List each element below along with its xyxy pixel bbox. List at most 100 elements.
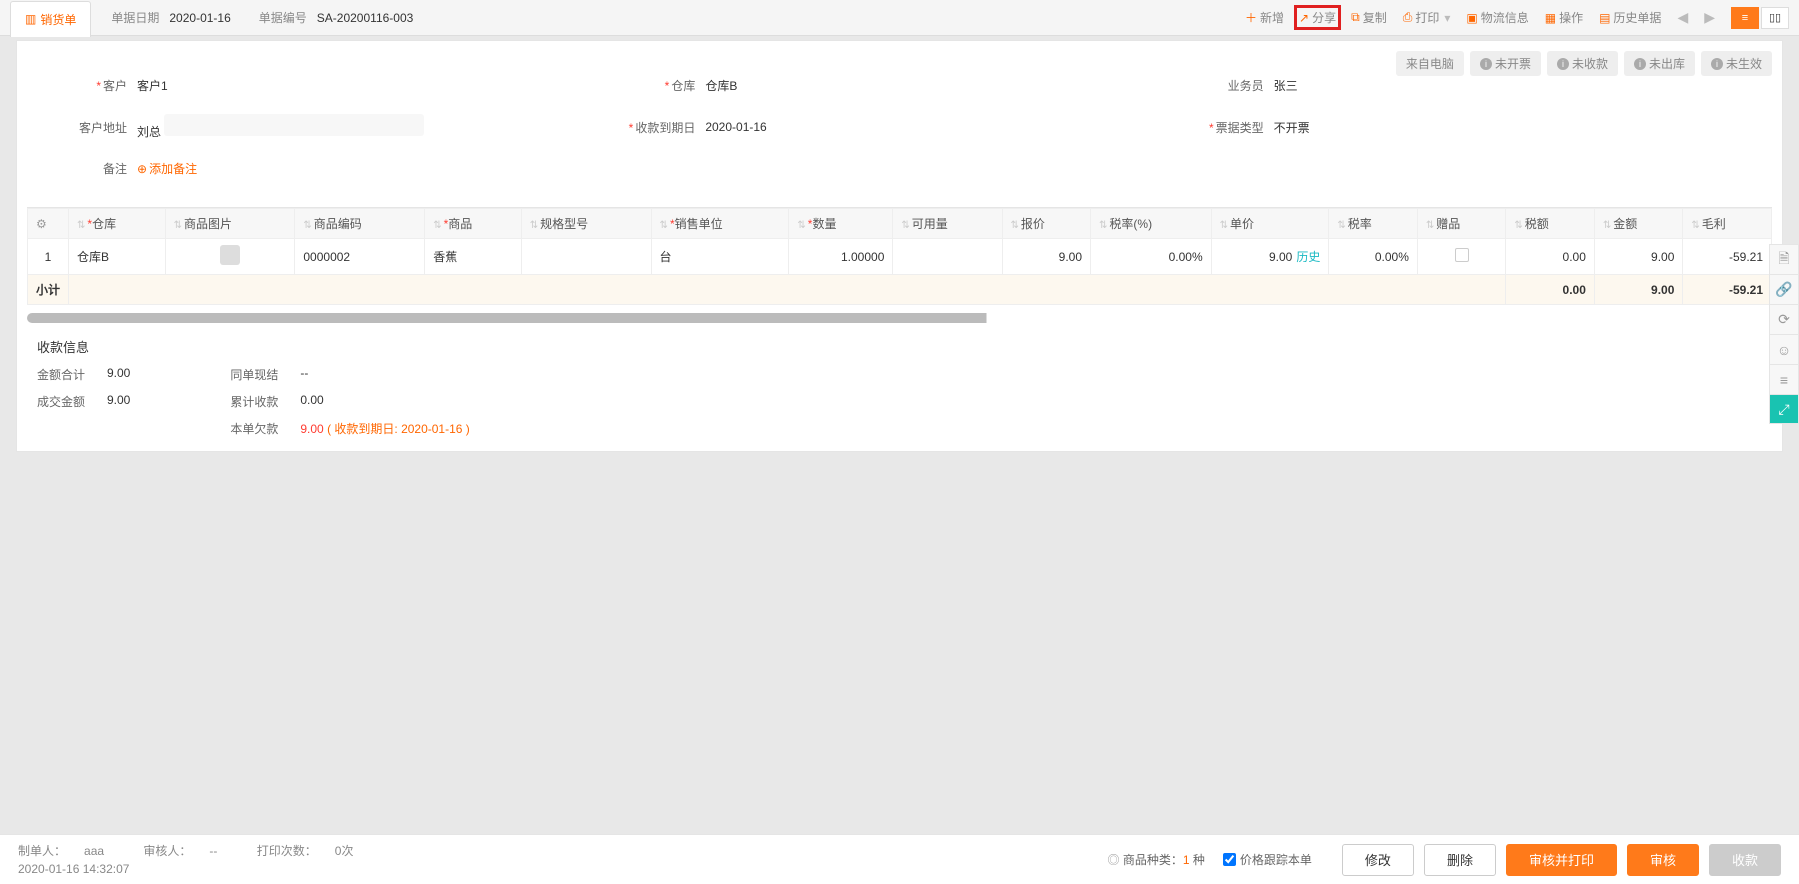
audit-print-button[interactable]: 审核并打印 bbox=[1506, 844, 1617, 876]
invoice-type-value[interactable]: 不开票 bbox=[1274, 119, 1310, 136]
col-gear[interactable]: ⚙ bbox=[28, 209, 69, 239]
col-gift[interactable]: ⇅赠品 bbox=[1417, 209, 1506, 239]
address-masked bbox=[164, 114, 424, 136]
cell-warehouse[interactable]: 仓库B bbox=[69, 239, 166, 275]
cell-quote[interactable]: 9.00 bbox=[1002, 239, 1091, 275]
table-row[interactable]: 1 仓库B 0000002 香蕉 台 1.00000 9.00 0.00% 9.… bbox=[28, 239, 1772, 275]
price-follow-checkbox[interactable]: 价格跟踪本单 bbox=[1223, 851, 1312, 868]
doc-date-value: 2020-01-16 bbox=[169, 11, 230, 25]
col-tax-amt[interactable]: ⇅税额 bbox=[1506, 209, 1595, 239]
history-icon: ▤ bbox=[1599, 11, 1610, 25]
modify-button[interactable]: 修改 bbox=[1342, 844, 1414, 876]
col-qty[interactable]: ⇅*数量 bbox=[789, 209, 893, 239]
info-icon: i bbox=[1711, 58, 1723, 70]
cell-product[interactable]: 香蕉 bbox=[425, 239, 522, 275]
operate-button[interactable]: ▦操作 bbox=[1539, 5, 1589, 30]
side-expand-icon[interactable]: ⤢ bbox=[1769, 394, 1799, 424]
cell-price[interactable]: 9.00历史 bbox=[1211, 239, 1329, 275]
share-icon: ↗ bbox=[1299, 11, 1309, 25]
warehouse-value[interactable]: 仓库B bbox=[705, 77, 737, 94]
warehouse-label: *仓库 bbox=[615, 77, 695, 94]
price-history-link[interactable]: 历史 bbox=[1296, 250, 1320, 264]
price-follow-input[interactable] bbox=[1223, 853, 1236, 866]
subtotal-tax: 0.00 bbox=[1506, 275, 1595, 305]
accum-label: 累计收款 bbox=[230, 393, 300, 410]
salesman-value[interactable]: 张三 bbox=[1274, 77, 1298, 94]
delete-button[interactable]: 删除 bbox=[1424, 844, 1496, 876]
grid-icon: ▦ bbox=[1545, 11, 1556, 25]
col-amount[interactable]: ⇅金额 bbox=[1594, 209, 1683, 239]
cell-image[interactable] bbox=[165, 239, 295, 275]
total-label: 金额合计 bbox=[37, 366, 107, 383]
gift-checkbox[interactable] bbox=[1455, 248, 1469, 262]
side-tools: 🗎 🔗 ⟳ ☺ ≡ ⤢ bbox=[1769, 244, 1799, 424]
image-placeholder-icon bbox=[220, 245, 240, 265]
col-spec[interactable]: ⇅规格型号 bbox=[521, 209, 651, 239]
address-label: 客户地址 bbox=[47, 119, 127, 136]
cell-gift[interactable] bbox=[1417, 239, 1506, 275]
cell-unit[interactable]: 台 bbox=[651, 239, 789, 275]
share-button[interactable]: ↗分享 bbox=[1294, 5, 1341, 30]
deal-value: 9.00 bbox=[107, 393, 130, 410]
new-button[interactable]: ＋新增 bbox=[1239, 5, 1290, 30]
horizontal-scrollbar[interactable] bbox=[27, 313, 1772, 323]
col-unit[interactable]: ⇅*销售单位 bbox=[651, 209, 789, 239]
history-button[interactable]: ▤历史单据 bbox=[1593, 5, 1667, 30]
main-panel: 来自电脑 i未开票 i未收款 i未出库 i未生效 *客户客户1 *仓库仓库B 业… bbox=[16, 40, 1783, 452]
plus-circle-icon: ⊕ bbox=[137, 162, 147, 176]
footer-mid: ◎ 商品种类：1 种 价格跟踪本单 bbox=[1108, 851, 1312, 868]
col-tax-rate[interactable]: ⇅税率(%) bbox=[1091, 209, 1212, 239]
col-available[interactable]: ⇅可用量 bbox=[893, 209, 1002, 239]
customer-value[interactable]: 客户1 bbox=[137, 77, 168, 94]
doc-date-label: 单据日期 bbox=[111, 9, 159, 26]
side-attach-icon[interactable]: 🔗 bbox=[1769, 274, 1799, 304]
info-icon: i bbox=[1634, 58, 1646, 70]
col-warehouse[interactable]: ⇅*仓库 bbox=[69, 209, 166, 239]
top-actions: ＋新增 ↗分享 ⧉复制 ⎙打印▾ ▣物流信息 ▦操作 ▤历史单据 ◀ ▶ ≡ ▯… bbox=[1239, 5, 1789, 30]
cell-tax-rate[interactable]: 0.00% bbox=[1091, 239, 1212, 275]
col-quote[interactable]: ⇅报价 bbox=[1002, 209, 1091, 239]
audit-button[interactable]: 审核 bbox=[1627, 844, 1699, 876]
col-price[interactable]: ⇅单价 bbox=[1211, 209, 1329, 239]
due-date-label: *收款到期日 bbox=[615, 119, 695, 136]
maker-value: aaa bbox=[84, 844, 104, 858]
col-product[interactable]: ⇅*商品 bbox=[425, 209, 522, 239]
tag-no-effect: i未生效 bbox=[1701, 51, 1772, 76]
col-image[interactable]: ⇅商品图片 bbox=[165, 209, 295, 239]
print-button[interactable]: ⎙打印▾ bbox=[1397, 5, 1457, 30]
total-value: 9.00 bbox=[107, 366, 130, 383]
side-note-icon[interactable]: 🗎 bbox=[1769, 244, 1799, 274]
col-tax-pct[interactable]: ⇅税率 bbox=[1329, 209, 1418, 239]
subtotal-profit: -59.21 bbox=[1683, 275, 1772, 305]
gear-icon: ⚙ bbox=[36, 217, 47, 231]
doc-no-label: 单据编号 bbox=[259, 9, 307, 26]
next-arrow[interactable]: ▶ bbox=[1698, 9, 1721, 26]
copy-button[interactable]: ⧉复制 bbox=[1345, 5, 1393, 30]
tab-sales-order[interactable]: ▥ 销货单 bbox=[10, 1, 91, 37]
view-list-button[interactable]: ≡ bbox=[1731, 7, 1759, 29]
logistics-button[interactable]: ▣物流信息 bbox=[1460, 5, 1534, 30]
chevron-down-icon: ▾ bbox=[1444, 11, 1450, 25]
side-user-icon[interactable]: ☺ bbox=[1769, 334, 1799, 364]
side-refresh-icon[interactable]: ⟳ bbox=[1769, 304, 1799, 334]
side-more-icon[interactable]: ≡ bbox=[1769, 364, 1799, 394]
col-code[interactable]: ⇅商品编码 bbox=[295, 209, 425, 239]
cell-tax-pct[interactable]: 0.00% bbox=[1329, 239, 1418, 275]
cell-qty[interactable]: 1.00000 bbox=[789, 239, 893, 275]
due-date-value[interactable]: 2020-01-16 bbox=[705, 120, 766, 134]
info-icon: i bbox=[1557, 58, 1569, 70]
view-card-button[interactable]: ▯▯ bbox=[1761, 7, 1789, 29]
address-value[interactable]: 刘总 bbox=[137, 114, 424, 140]
subtotal-amount: 9.00 bbox=[1594, 275, 1683, 305]
salesman-label: 业务员 bbox=[1184, 77, 1264, 94]
doc-no-value: SA-20200116-003 bbox=[317, 11, 414, 25]
add-remark-button[interactable]: ⊕添加备注 bbox=[137, 160, 197, 177]
cell-code[interactable]: 0000002 bbox=[295, 239, 425, 275]
cell-spec[interactable] bbox=[521, 239, 651, 275]
truck-icon: ▣ bbox=[1466, 11, 1477, 25]
cell-seq: 1 bbox=[28, 239, 69, 275]
col-profit[interactable]: ⇅毛利 bbox=[1683, 209, 1772, 239]
prev-arrow[interactable]: ◀ bbox=[1671, 9, 1694, 26]
plus-icon: ＋ bbox=[1245, 9, 1257, 26]
subtotal-row: 小计 0.00 9.00 -59.21 bbox=[28, 275, 1772, 305]
